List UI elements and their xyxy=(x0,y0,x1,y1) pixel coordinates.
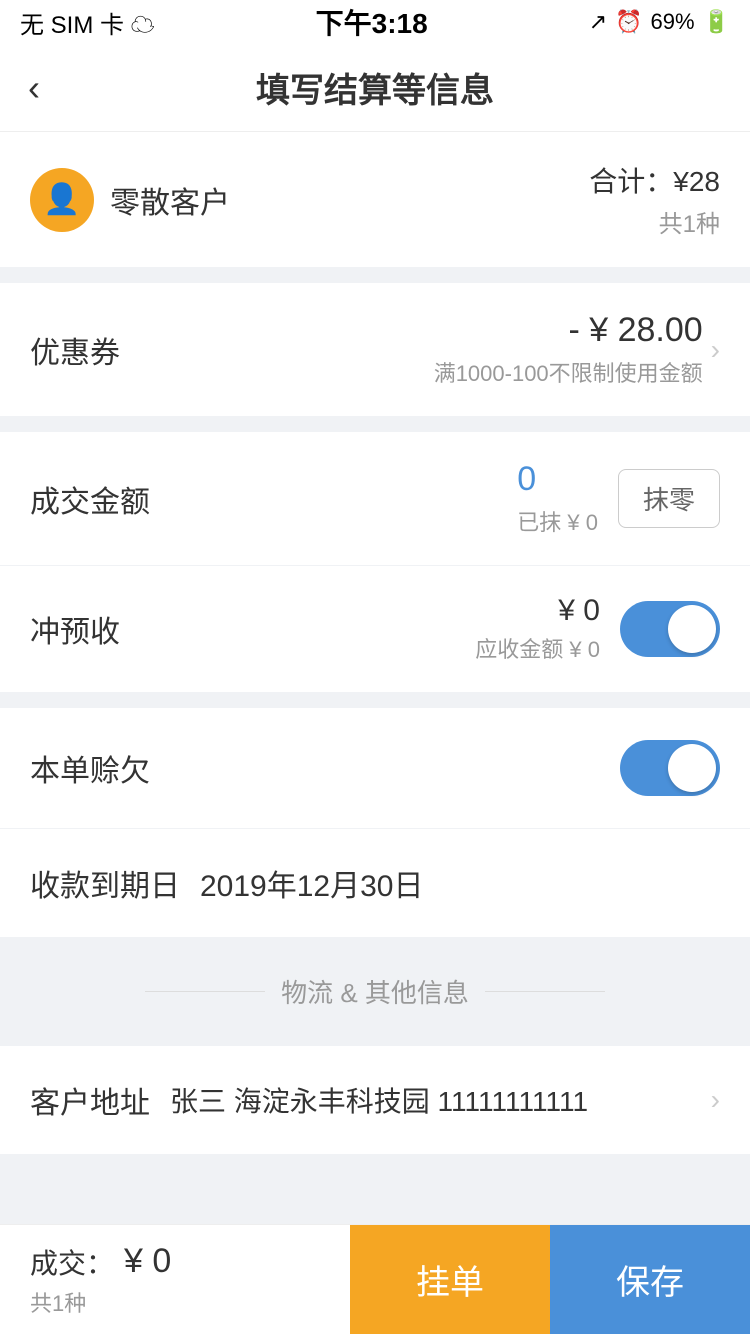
customer-count: 共1种 xyxy=(589,204,720,239)
amount-right: 0 已抹 ¥ 0 抹零 xyxy=(517,460,720,537)
amount-value: 0 xyxy=(517,460,598,499)
status-bar: 无 SIM 卡 ☁ 下午3:18 ↗ ⏰ 69% 🔋 xyxy=(0,0,750,44)
logistics-section: 物流 & 其他信息 xyxy=(0,953,750,1030)
credit-section: 本单赊欠 收款到期日 2019年12月30日 xyxy=(0,708,750,937)
bottom-count: 共1种 xyxy=(30,1286,320,1318)
avatar-icon: 👤 xyxy=(43,182,80,217)
credit-label: 本单赊欠 xyxy=(30,746,150,790)
customer-info: 👤 零散客户 xyxy=(30,168,230,232)
credit-row: 本单赊欠 xyxy=(0,708,750,829)
address-value: 张三 海淀永丰科技园 11111111111 xyxy=(170,1080,711,1120)
coupon-discount: - ¥ 28.00 xyxy=(434,311,703,350)
address-label: 客户地址 xyxy=(30,1078,150,1122)
address-arrow-icon: › xyxy=(711,1084,720,1116)
battery-icon: 🔋 xyxy=(703,9,730,35)
prepay-sub: 应收金额 ¥ 0 xyxy=(475,632,600,664)
due-date-label: 收款到期日 xyxy=(30,861,180,905)
due-date-value: 2019年12月30日 xyxy=(200,861,423,905)
round-button[interactable]: 抹零 xyxy=(618,469,720,528)
prepay-amount: ¥ 0 xyxy=(475,594,600,628)
customer-total: 合计：¥28 xyxy=(589,160,720,200)
save-button[interactable]: 保存 xyxy=(550,1225,750,1334)
prepay-row: 冲预收 ¥ 0 应收金额 ¥ 0 xyxy=(0,566,750,692)
prepay-toggle[interactable] xyxy=(620,601,720,657)
credit-toggle[interactable] xyxy=(620,740,720,796)
due-date-row: 收款到期日 2019年12月30日 xyxy=(0,829,750,937)
location-icon: ↗ xyxy=(589,9,607,35)
toggle-knob xyxy=(668,605,716,653)
prepay-right: ¥ 0 应收金额 ¥ 0 xyxy=(475,594,720,664)
address-row: 客户地址 张三 海淀永丰科技园 11111111111 › xyxy=(0,1046,750,1154)
back-button[interactable]: ‹ xyxy=(28,67,40,109)
battery-level: 69% xyxy=(651,9,695,35)
bottom-bar: 成交： ¥ 0 共1种 挂单 保存 xyxy=(0,1224,750,1334)
page-title: 填写结算等信息 xyxy=(256,63,494,112)
credit-toggle-knob xyxy=(668,744,716,792)
nav-bar: ‹ 填写结算等信息 xyxy=(0,44,750,132)
amount-section: 成交金额 0 已抹 ¥ 0 抹零 冲预收 ¥ 0 应收金额 ¥ 0 xyxy=(0,432,750,692)
amount-label: 成交金额 xyxy=(30,477,150,521)
coupon-label: 优惠券 xyxy=(30,328,120,372)
coupon-description: 满1000-100不限制使用金额 xyxy=(434,356,703,388)
customer-section: 👤 零散客户 合计：¥28 共1种 xyxy=(0,132,750,267)
logistics-header: 物流 & 其他信息 xyxy=(0,953,750,1030)
customer-avatar: 👤 xyxy=(30,168,94,232)
deal-label: 成交： xyxy=(30,1242,114,1282)
address-section[interactable]: 客户地址 张三 海淀永丰科技园 11111111111 › xyxy=(0,1046,750,1154)
prepay-label: 冲预收 xyxy=(30,607,120,651)
amount-sub: 已抹 ¥ 0 xyxy=(517,505,598,537)
prepay-values: ¥ 0 应收金额 ¥ 0 xyxy=(475,594,600,664)
bottom-info: 成交： ¥ 0 共1种 xyxy=(0,1225,350,1334)
pending-button[interactable]: 挂单 xyxy=(350,1225,550,1334)
customer-total-info: 合计：¥28 共1种 xyxy=(589,160,720,239)
status-right: ↗ ⏰ 69% 🔋 xyxy=(589,9,730,35)
coupon-info: - ¥ 28.00 满1000-100不限制使用金额 xyxy=(434,311,703,388)
alarm-icon: ⏰ xyxy=(615,9,642,35)
coupon-arrow-icon: › xyxy=(711,334,720,366)
amount-row: 成交金额 0 已抹 ¥ 0 抹零 xyxy=(0,432,750,566)
sim-status: 无 SIM 卡 ☁ xyxy=(20,5,155,40)
status-left: 无 SIM 卡 ☁ xyxy=(20,5,155,40)
bottom-deal: 成交： ¥ 0 xyxy=(30,1242,320,1282)
status-time: 下午3:18 xyxy=(316,2,428,42)
customer-name: 零散客户 xyxy=(110,178,230,222)
coupon-section[interactable]: 优惠券 - ¥ 28.00 满1000-100不限制使用金额 › xyxy=(0,283,750,416)
deal-amount: ¥ 0 xyxy=(124,1242,171,1281)
